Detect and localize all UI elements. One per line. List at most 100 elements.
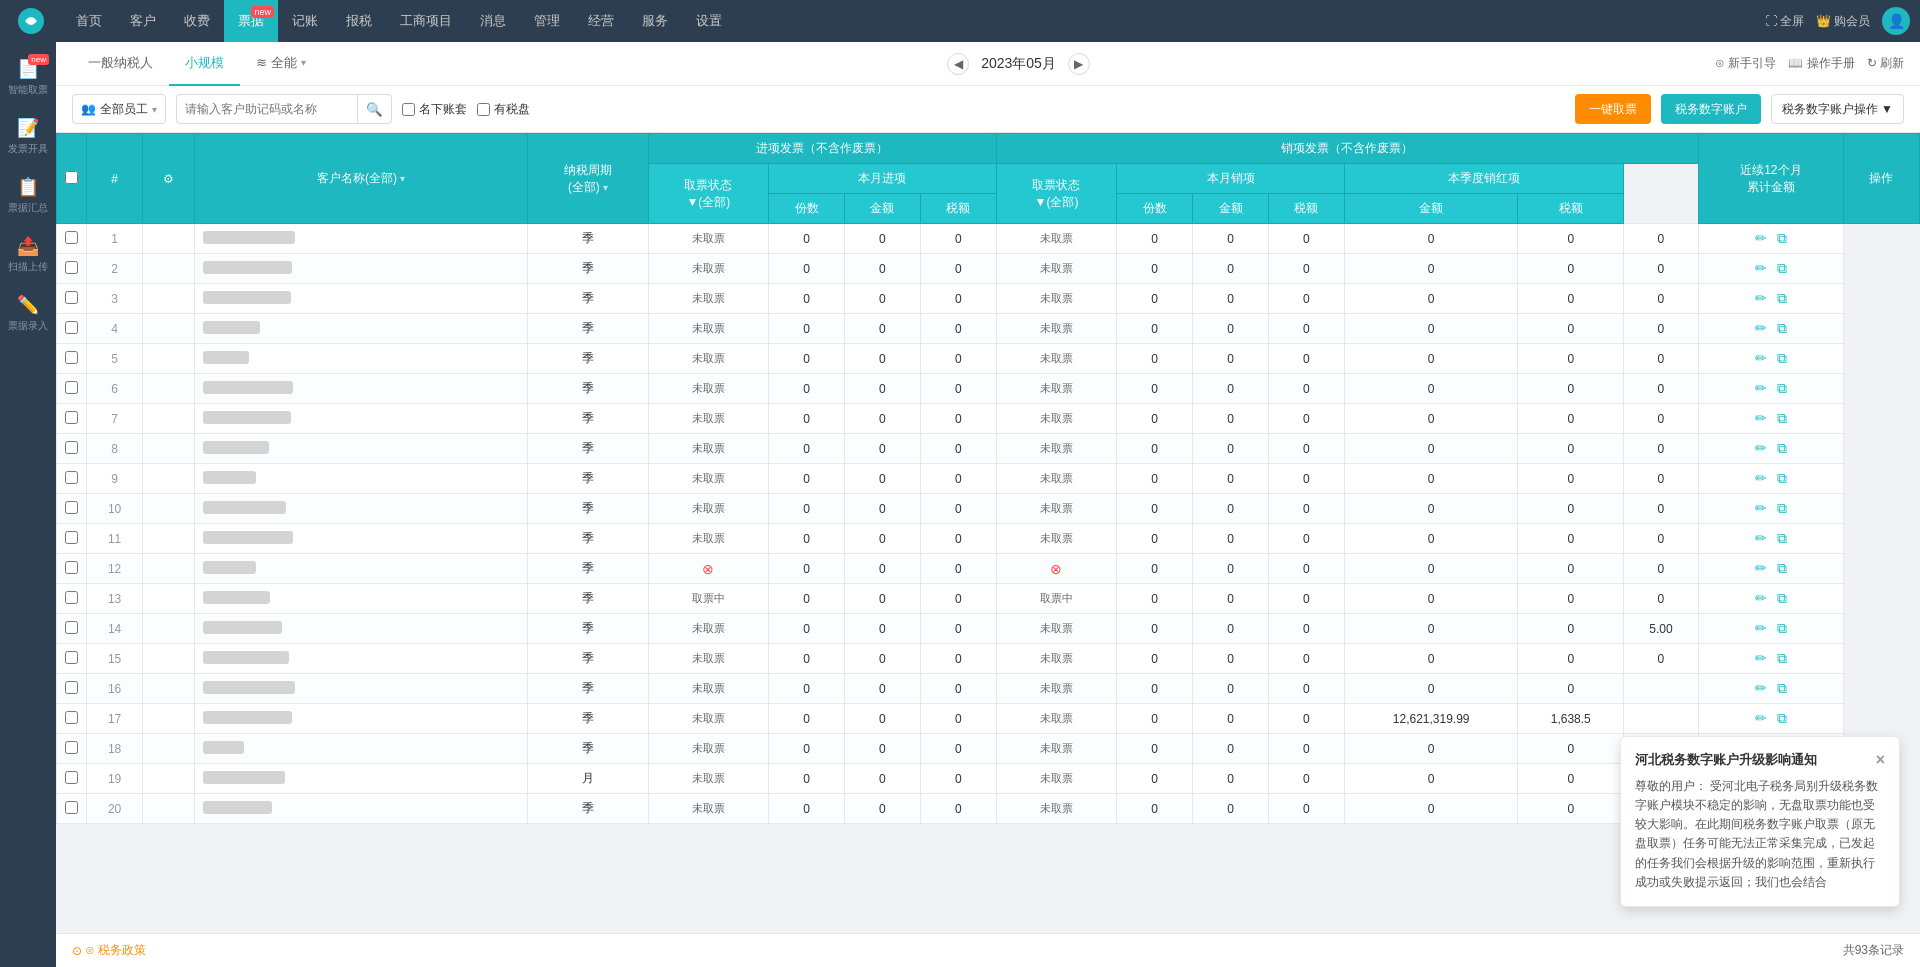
- row-checkbox[interactable]: [65, 381, 78, 394]
- nav-bookkeeping[interactable]: 记账: [278, 0, 332, 42]
- row-checkbox[interactable]: [65, 621, 78, 634]
- row-checkbox[interactable]: [65, 261, 78, 274]
- copy-btn[interactable]: ⧉: [1774, 380, 1790, 397]
- row-checkbox[interactable]: [65, 441, 78, 454]
- edit-btn[interactable]: ✏: [1752, 650, 1770, 666]
- ledger-checkbox[interactable]: [402, 103, 415, 116]
- row-checkbox[interactable]: [65, 681, 78, 694]
- edit-btn[interactable]: ✏: [1752, 560, 1770, 576]
- th-tax-period[interactable]: 纳税周期(全部) ▾: [528, 134, 648, 224]
- row-checkbox[interactable]: [65, 591, 78, 604]
- sidebar-item-ticket-entry[interactable]: ✏️ 票据录入: [3, 286, 53, 341]
- digital-account-ops-btn[interactable]: 税务数字账户操作 ▼: [1771, 94, 1904, 124]
- employee-select[interactable]: 👥 全部员工 ▾: [72, 94, 166, 124]
- app-logo[interactable]: [10, 0, 52, 42]
- nav-settings[interactable]: 设置: [682, 0, 736, 42]
- nav-fee[interactable]: 收费: [170, 0, 224, 42]
- edit-btn[interactable]: ✏: [1752, 500, 1770, 516]
- tab-small-scale[interactable]: 小规模: [169, 42, 240, 86]
- row-checkbox[interactable]: [65, 651, 78, 664]
- ledger-filter[interactable]: 名下账套: [402, 101, 467, 118]
- copy-btn[interactable]: ⧉: [1774, 650, 1790, 667]
- tax-disk-checkbox[interactable]: [477, 103, 490, 116]
- one-key-ticket-btn[interactable]: 一键取票: [1575, 94, 1651, 124]
- period-prev-btn[interactable]: ◀: [947, 53, 969, 75]
- copy-btn[interactable]: ⧉: [1774, 680, 1790, 697]
- row-checkbox[interactable]: [65, 231, 78, 244]
- row-checkbox[interactable]: [65, 501, 78, 514]
- fullscreen-btn[interactable]: ⛶ 全屏: [1765, 13, 1804, 30]
- sidebar-item-invoice-open[interactable]: 📝 发票开具: [3, 109, 53, 164]
- row-checkbox[interactable]: [65, 351, 78, 364]
- row-checkbox[interactable]: [65, 741, 78, 754]
- row-checkbox[interactable]: [65, 321, 78, 334]
- copy-btn[interactable]: ⧉: [1774, 590, 1790, 607]
- edit-btn[interactable]: ✏: [1752, 440, 1770, 456]
- new-guide-btn[interactable]: ⊙ 新手引导: [1715, 55, 1776, 72]
- edit-btn[interactable]: ✏: [1752, 710, 1770, 726]
- edit-btn[interactable]: ✏: [1752, 320, 1770, 336]
- sidebar-item-ticket-summary[interactable]: 📋 票据汇总: [3, 168, 53, 223]
- nav-tax[interactable]: 报税: [332, 0, 386, 42]
- user-avatar[interactable]: 👤: [1882, 7, 1910, 35]
- row-checkbox[interactable]: [65, 531, 78, 544]
- edit-btn[interactable]: ✏: [1752, 590, 1770, 606]
- member-btn[interactable]: 👑 购会员: [1816, 13, 1870, 30]
- edit-btn[interactable]: ✏: [1752, 620, 1770, 636]
- row-checkbox[interactable]: [65, 411, 78, 424]
- row-checkbox[interactable]: [65, 711, 78, 724]
- digital-account-btn[interactable]: 税务数字账户: [1661, 94, 1761, 124]
- edit-btn[interactable]: ✏: [1752, 290, 1770, 306]
- nav-management[interactable]: 管理: [520, 0, 574, 42]
- copy-btn[interactable]: ⧉: [1774, 320, 1790, 337]
- copy-btn[interactable]: ⧉: [1774, 260, 1790, 277]
- edit-btn[interactable]: ✏: [1752, 470, 1770, 486]
- copy-btn[interactable]: ⧉: [1774, 350, 1790, 367]
- search-input[interactable]: [177, 102, 357, 116]
- edit-btn[interactable]: ✏: [1752, 350, 1770, 366]
- manual-btn[interactable]: 📖 操作手册: [1788, 55, 1854, 72]
- edit-btn[interactable]: ✏: [1752, 380, 1770, 396]
- row-checkbox[interactable]: [65, 561, 78, 574]
- copy-btn[interactable]: ⧉: [1774, 530, 1790, 547]
- row-checkbox[interactable]: [65, 801, 78, 814]
- tab-all[interactable]: ≋ 全能 ▾: [240, 42, 322, 86]
- select-all-checkbox[interactable]: [65, 171, 78, 184]
- edit-btn[interactable]: ✏: [1752, 410, 1770, 426]
- copy-btn[interactable]: ⧉: [1774, 440, 1790, 457]
- nav-client[interactable]: 客户: [116, 0, 170, 42]
- th-out-status[interactable]: 取票状态▼(全部): [996, 164, 1116, 224]
- search-button[interactable]: 🔍: [357, 94, 391, 124]
- popup-close-btn[interactable]: ×: [1876, 751, 1885, 769]
- copy-btn[interactable]: ⧉: [1774, 410, 1790, 427]
- tax-policy-link[interactable]: ⊙ ⊙ 税务政策: [72, 942, 146, 959]
- edit-btn[interactable]: ✏: [1752, 530, 1770, 546]
- copy-btn[interactable]: ⧉: [1774, 710, 1790, 727]
- copy-btn[interactable]: ⧉: [1774, 470, 1790, 487]
- tax-disk-filter[interactable]: 有税盘: [477, 101, 530, 118]
- edit-btn[interactable]: ✏: [1752, 230, 1770, 246]
- th-in-status[interactable]: 取票状态▼(全部): [648, 164, 768, 224]
- nav-operation[interactable]: 经营: [574, 0, 628, 42]
- copy-btn[interactable]: ⧉: [1774, 290, 1790, 307]
- nav-service[interactable]: 服务: [628, 0, 682, 42]
- th-client-name[interactable]: 客户名称(全部) ▾: [195, 134, 528, 224]
- th-settings[interactable]: ⚙: [143, 134, 195, 224]
- nav-business[interactable]: 工商项目: [386, 0, 466, 42]
- sidebar-item-scan-upload[interactable]: 📤 扫描上传: [3, 227, 53, 282]
- copy-btn[interactable]: ⧉: [1774, 230, 1790, 247]
- nav-ticket[interactable]: 票据 new: [224, 0, 278, 42]
- period-next-btn[interactable]: ▶: [1068, 53, 1090, 75]
- copy-btn[interactable]: ⧉: [1774, 560, 1790, 577]
- refresh-btn[interactable]: ↻ 刷新: [1867, 55, 1904, 72]
- copy-btn[interactable]: ⧉: [1774, 500, 1790, 517]
- nav-message[interactable]: 消息: [466, 0, 520, 42]
- nav-home[interactable]: 首页: [62, 0, 116, 42]
- row-checkbox[interactable]: [65, 771, 78, 784]
- edit-btn[interactable]: ✏: [1752, 260, 1770, 276]
- edit-btn[interactable]: ✏: [1752, 680, 1770, 696]
- row-checkbox[interactable]: [65, 471, 78, 484]
- row-checkbox[interactable]: [65, 291, 78, 304]
- copy-btn[interactable]: ⧉: [1774, 620, 1790, 637]
- sidebar-item-smart-ticket[interactable]: 📄 智能取票 new: [3, 50, 53, 105]
